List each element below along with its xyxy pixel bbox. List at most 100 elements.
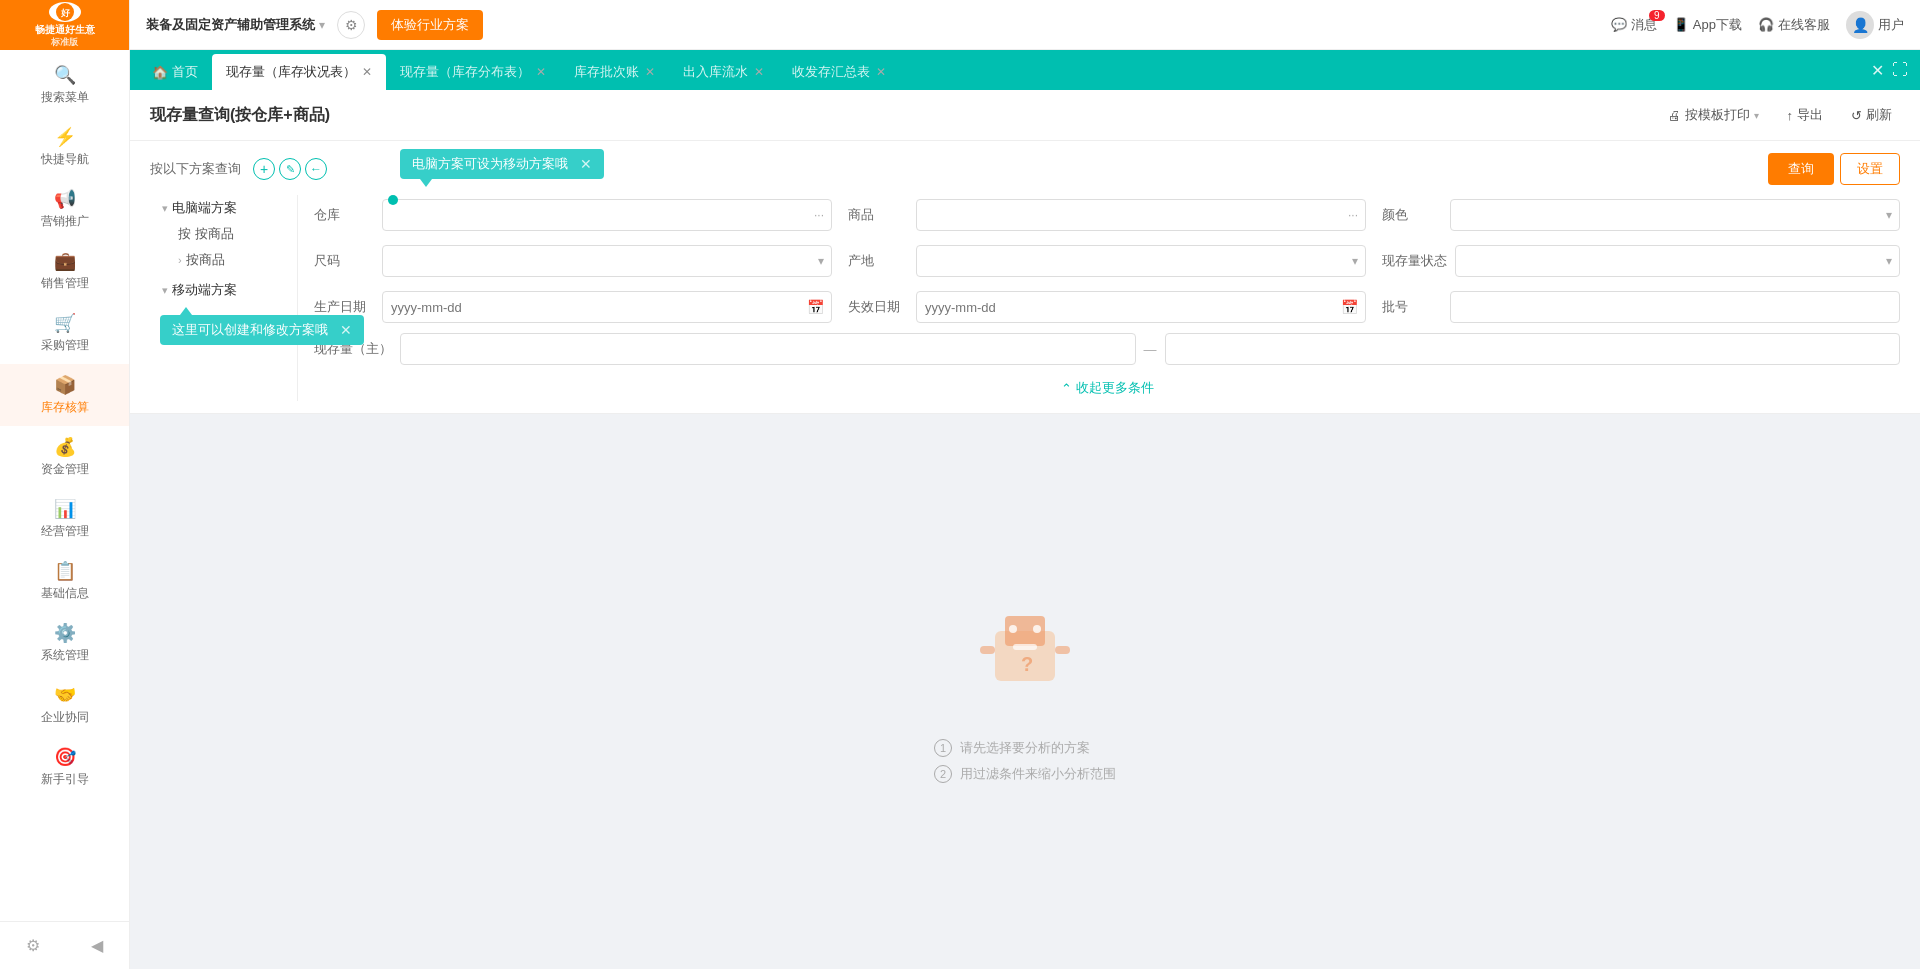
- sidebar-item-operation[interactable]: 📊 经营管理: [0, 488, 129, 550]
- filter-row-4: 现存量（主） —: [314, 333, 1900, 365]
- scheme-tooltip-close[interactable]: ✕: [580, 156, 592, 172]
- range-separator: —: [1144, 342, 1157, 357]
- tab-fullscreen-btn[interactable]: ⛶: [1892, 61, 1908, 79]
- stock-max-input[interactable]: [1165, 333, 1901, 365]
- phone-icon: 📱: [1673, 17, 1689, 32]
- scheme-edit-tooltip-close[interactable]: ✕: [340, 322, 352, 338]
- batch-input[interactable]: [1450, 291, 1900, 323]
- sidebar-item-marketing-label: 营销推广: [41, 213, 89, 230]
- tab-batch-account[interactable]: 库存批次账 ✕: [560, 54, 669, 90]
- sidebar-item-enterprise[interactable]: 🤝 企业协同: [0, 674, 129, 736]
- filter-action-btns: 查询 设置: [1768, 153, 1900, 185]
- tab-collection-summary-close[interactable]: ✕: [876, 66, 886, 78]
- scheme-edit-tooltip-text: 这里可以创建和修改方案哦: [172, 321, 328, 339]
- sidebar-item-basicinfo[interactable]: 📋 基础信息: [0, 550, 129, 612]
- tab-close-all-btn[interactable]: ✕: [1871, 61, 1884, 80]
- goods-ellipsis[interactable]: ···: [1348, 208, 1358, 222]
- color-label: 颜色: [1382, 206, 1442, 224]
- logo-brand: 畅捷通好生意: [35, 24, 95, 36]
- produce-date-input[interactable]: [382, 291, 832, 323]
- sidebar-item-purchase[interactable]: 🛒 采购管理: [0, 302, 129, 364]
- tab-home[interactable]: 🏠 首页: [138, 54, 212, 90]
- scheme-arrow-btn[interactable]: ←: [305, 158, 327, 180]
- finance-icon: 💰: [54, 436, 76, 458]
- stock-status-chevron[interactable]: ▾: [1886, 254, 1892, 268]
- scheme-edit-btn[interactable]: ✎: [279, 158, 301, 180]
- sidebar-settings-btn[interactable]: ⚙: [18, 932, 48, 959]
- color-chevron[interactable]: ▾: [1886, 208, 1892, 222]
- reset-btn[interactable]: 设置: [1840, 153, 1900, 185]
- sidebar-item-inventory-label: 库存核算: [41, 399, 89, 416]
- warehouse-input[interactable]: [382, 199, 832, 231]
- origin-input[interactable]: [916, 245, 1366, 277]
- scheme-edit-tooltip: 这里可以创建和修改方案哦 ✕: [160, 315, 364, 345]
- online-support-btn[interactable]: 🎧 在线客服: [1758, 16, 1830, 34]
- export-btn[interactable]: ↑ 导出: [1779, 102, 1832, 128]
- tab-inventory-dist-close[interactable]: ✕: [536, 66, 546, 78]
- tab-batch-account-close[interactable]: ✕: [645, 66, 655, 78]
- user-area[interactable]: 👤 用户: [1846, 11, 1904, 39]
- tab-inventory-status[interactable]: 现存量（库存状况表） ✕: [212, 54, 386, 90]
- sidebar-item-guide[interactable]: 🎯 新手引导: [0, 736, 129, 798]
- operation-icon: 📊: [54, 498, 76, 520]
- size-chevron[interactable]: ▾: [818, 254, 824, 268]
- tab-collection-summary[interactable]: 收发存汇总表 ✕: [778, 54, 900, 90]
- color-select-wrapper: ▾: [1450, 199, 1900, 231]
- print-btn[interactable]: 🖨 按模板打印 ▾: [1660, 102, 1767, 128]
- tab-bar-controls: ✕ ⛶: [1871, 61, 1912, 80]
- system-title-chevron[interactable]: ▾: [319, 18, 325, 32]
- mobile-group-label: 移动端方案: [172, 281, 237, 299]
- expire-date-icon[interactable]: 📅: [1341, 299, 1358, 315]
- filter-produce-date: 生产日期 📅: [314, 291, 832, 323]
- warehouse-ellipsis[interactable]: ···: [814, 208, 824, 222]
- print-chevron: ▾: [1754, 110, 1759, 121]
- page-title: 现存量查询(按仓库+商品): [150, 105, 330, 126]
- tab-inventory-status-close[interactable]: ✕: [362, 66, 372, 78]
- sidebar-item-system-label: 系统管理: [41, 647, 89, 664]
- sidebar-item-search[interactable]: 🔍 搜索菜单: [0, 54, 129, 116]
- notification-badge: 9: [1649, 10, 1665, 21]
- scheme-desktop-group[interactable]: ▾ 电脑端方案: [150, 195, 289, 221]
- app-download-label: App下载: [1693, 16, 1742, 34]
- sidebar-item-system[interactable]: ⚙️ 系统管理: [0, 612, 129, 674]
- scheme-mobile-group[interactable]: ▾ 移动端方案: [150, 277, 289, 303]
- sidebar-item-marketing[interactable]: 📢 营销推广: [0, 178, 129, 240]
- svg-point-5: [1033, 625, 1041, 633]
- scheme-add-btn[interactable]: +: [253, 158, 275, 180]
- notification-btn[interactable]: 💬 消息 9: [1611, 16, 1657, 34]
- scheme-item-1[interactable]: 按 按商品: [150, 221, 289, 247]
- collapse-btn[interactable]: ⌃ 收起更多条件: [314, 371, 1900, 401]
- origin-select-wrapper: ▾: [916, 245, 1366, 277]
- tab-inventory-dist[interactable]: 现存量（库存分布表） ✕: [386, 54, 560, 90]
- produce-date-icon[interactable]: 📅: [807, 299, 824, 315]
- expire-date-input[interactable]: [916, 291, 1366, 323]
- settings-gear-btn[interactable]: ⚙: [337, 11, 365, 39]
- stock-min-input[interactable]: [400, 333, 1136, 365]
- app-download-btn[interactable]: 📱 App下载: [1673, 16, 1742, 34]
- refresh-btn[interactable]: ↺ 刷新: [1843, 102, 1900, 128]
- sidebar-item-sales[interactable]: 💼 销售管理: [0, 240, 129, 302]
- empty-steps: 1 请先选择要分析的方案 2 用过滤条件来缩小分析范围: [934, 735, 1116, 787]
- header-right: 💬 消息 9 📱 App下载 🎧 在线客服 👤 用户: [1611, 11, 1904, 39]
- color-input[interactable]: [1450, 199, 1900, 231]
- sidebar-collapse-btn[interactable]: ◀: [83, 932, 111, 959]
- sidebar-item-finance[interactable]: 💰 资金管理: [0, 426, 129, 488]
- stock-status-input[interactable]: [1455, 245, 1900, 277]
- industry-btn[interactable]: 体验行业方案: [377, 10, 483, 40]
- origin-chevron[interactable]: ▾: [1352, 254, 1358, 268]
- connector-dot: [388, 195, 398, 205]
- user-label: 用户: [1878, 16, 1904, 34]
- sidebar-item-quicknav[interactable]: ⚡ 快捷导航: [0, 116, 129, 178]
- sidebar-item-inventory[interactable]: 📦 库存核算: [0, 364, 129, 426]
- scheme-panel-area: ▾ 电脑端方案 按 按商品 › 按商品 ▾ 移动端方案: [150, 195, 1900, 401]
- tab-inout-flow-label: 出入库流水: [683, 63, 748, 81]
- tab-inout-flow[interactable]: 出入库流水 ✕: [669, 54, 778, 90]
- tab-inout-flow-close[interactable]: ✕: [754, 66, 764, 78]
- scheme-item-2[interactable]: › 按商品: [150, 247, 289, 273]
- size-input[interactable]: [382, 245, 832, 277]
- search-btn[interactable]: 查询: [1768, 153, 1834, 185]
- goods-input[interactable]: [916, 199, 1366, 231]
- expire-date-wrapper: 📅: [916, 291, 1366, 323]
- expire-date-label: 失效日期: [848, 298, 908, 316]
- sidebar-item-quicknav-label: 快捷导航: [41, 151, 89, 168]
